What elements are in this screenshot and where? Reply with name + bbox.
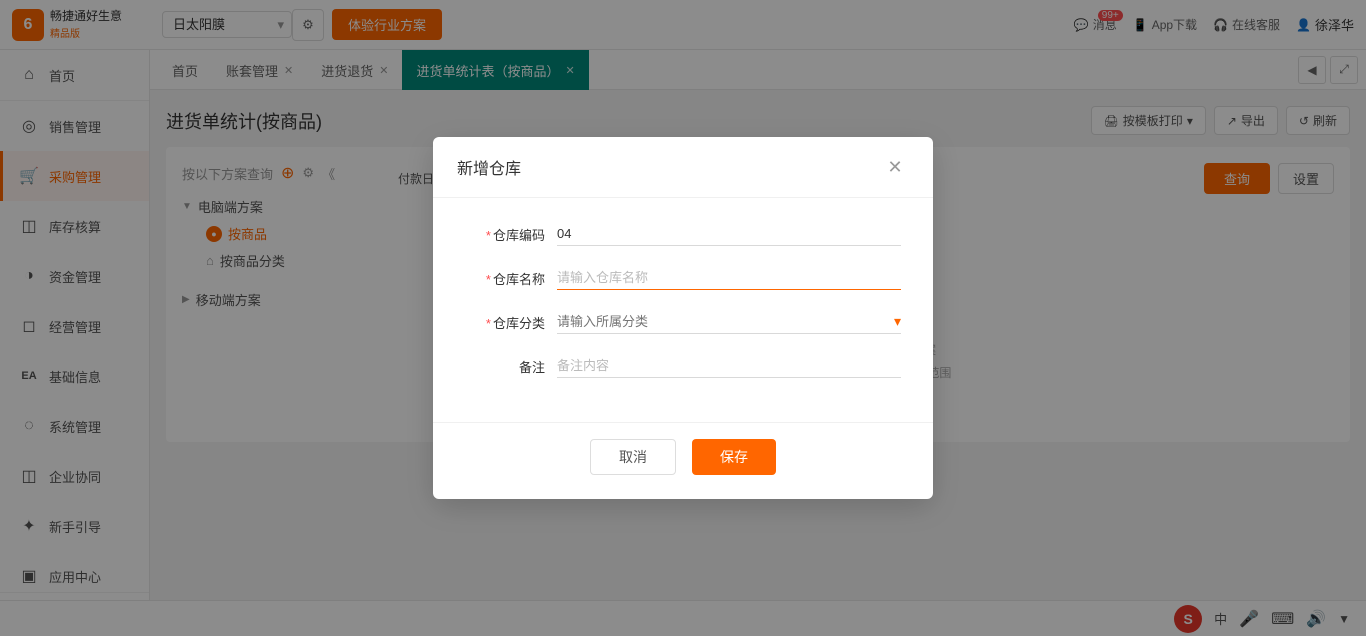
warehouse-remark-label: 备注 (465, 357, 545, 376)
modal-title: 新增仓库 (457, 155, 521, 179)
modal-footer: 取消 保存 (433, 423, 933, 499)
modal-close-button[interactable]: ✕ (881, 153, 909, 181)
warehouse-code-row: 仓库编码 (465, 222, 901, 246)
modal-overlay: 新增仓库 ✕ 仓库编码 仓库名称 仓库分类 备注 (0, 0, 1366, 636)
warehouse-name-label: 仓库名称 (465, 269, 545, 288)
warehouse-name-input[interactable] (557, 266, 901, 290)
warehouse-category-select[interactable] (557, 310, 901, 334)
warehouse-code-label: 仓库编码 (465, 225, 545, 244)
warehouse-name-row: 仓库名称 (465, 266, 901, 290)
warehouse-category-label: 仓库分类 (465, 313, 545, 332)
cancel-button[interactable]: 取消 (590, 439, 676, 475)
save-button[interactable]: 保存 (692, 439, 776, 475)
modal-header: 新增仓库 ✕ (433, 137, 933, 198)
warehouse-remark-row: 备注 (465, 354, 901, 378)
warehouse-remark-input[interactable] (557, 354, 901, 378)
warehouse-code-input[interactable] (557, 222, 901, 246)
warehouse-category-row: 仓库分类 (465, 310, 901, 334)
new-warehouse-modal: 新增仓库 ✕ 仓库编码 仓库名称 仓库分类 备注 (433, 137, 933, 499)
warehouse-category-input[interactable] (557, 310, 894, 333)
modal-body: 仓库编码 仓库名称 仓库分类 备注 (433, 198, 933, 422)
